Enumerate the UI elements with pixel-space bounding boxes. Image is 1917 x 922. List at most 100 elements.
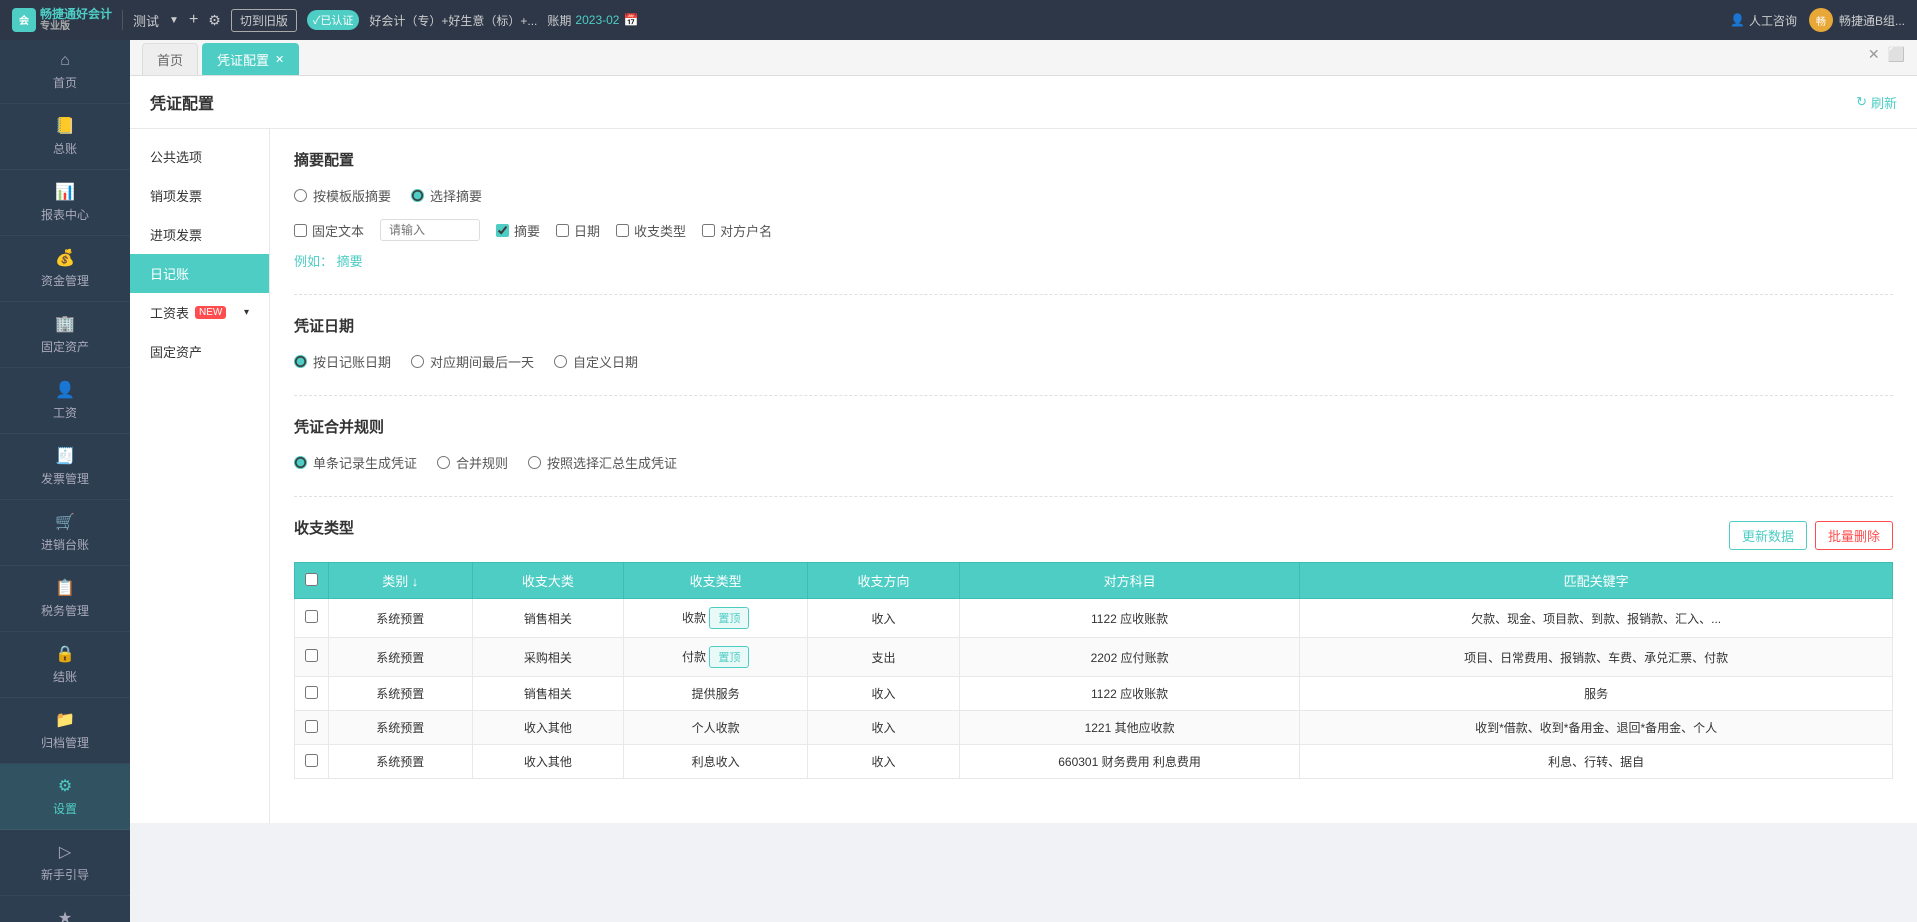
- row-checkbox[interactable]: [305, 649, 318, 662]
- checkbox-summary-input[interactable]: [496, 224, 509, 237]
- radio-select-total-input[interactable]: [528, 456, 541, 469]
- sidebar-item-fixed-assets[interactable]: 🏢 固定资产: [0, 302, 130, 368]
- nav-item-public[interactable]: 公共选项: [130, 137, 269, 176]
- radio-template[interactable]: 按模板版摘要: [294, 186, 391, 205]
- radio-select-input[interactable]: [411, 189, 424, 202]
- calendar-icon[interactable]: 📅: [623, 13, 638, 27]
- radio-single-input[interactable]: [294, 456, 307, 469]
- sidebar-item-invoice-mgmt[interactable]: 🧾 发票管理: [0, 434, 130, 500]
- td-checkbox: [295, 677, 329, 711]
- sidebar-item-reports[interactable]: 📊 报表中心: [0, 170, 130, 236]
- sidebar-item-funds[interactable]: 💰 资金管理: [0, 236, 130, 302]
- nav-item-sales-invoice[interactable]: 销项发票: [130, 176, 269, 215]
- tab-voucher-config[interactable]: 凭证配置 ✕: [202, 43, 299, 75]
- sidebar-item-settings[interactable]: ⚙ 设置: [0, 764, 130, 830]
- radio-select-total[interactable]: 按照选择汇总生成凭证: [528, 453, 677, 472]
- checkbox-counterparty-input[interactable]: [702, 224, 715, 237]
- income-table: 类别 ↓ 收支大类 收支类型 收支方向 对方科目 匹配关键字: [294, 562, 1893, 779]
- td-major-type: 收入其他: [472, 745, 624, 779]
- sidebar-item-ledger[interactable]: 📒 总账: [0, 104, 130, 170]
- td-keywords: 利息、行转、据自: [1300, 745, 1893, 779]
- sidebar-item-purchase-sales[interactable]: 🛒 进销台账: [0, 500, 130, 566]
- row-checkbox[interactable]: [305, 686, 318, 699]
- sidebar-item-payroll[interactable]: 👤 工资: [0, 368, 130, 434]
- closing-icon: 🔒: [55, 644, 75, 664]
- tab-home[interactable]: 首页: [142, 43, 198, 75]
- td-keywords: 项目、日常费用、报销款、车费、承兑汇票、付款: [1300, 638, 1893, 677]
- td-category: 系统预置: [329, 638, 473, 677]
- checkbox-date[interactable]: 日期: [556, 221, 600, 240]
- row-checkbox[interactable]: [305, 610, 318, 623]
- consult-button[interactable]: 👤 人工咨询: [1730, 12, 1797, 29]
- sidebar-item-tax[interactable]: 📋 税务管理: [0, 566, 130, 632]
- sidebar-item-archive[interactable]: 📁 归档管理: [0, 698, 130, 764]
- top-tag-button[interactable]: 置顶: [709, 646, 749, 668]
- summary-title: 摘要配置: [294, 149, 1893, 170]
- radio-custom-date-input[interactable]: [554, 355, 567, 368]
- close-window-icon[interactable]: ✕: [1868, 46, 1880, 63]
- sidebar-item-label: 报表中心: [41, 206, 89, 223]
- sidebar-item-label: 资金管理: [41, 272, 89, 289]
- td-type: 利息收入: [624, 745, 808, 779]
- test-dropdown-icon[interactable]: ▼: [169, 15, 179, 26]
- gear-icon[interactable]: ⚙: [208, 12, 221, 29]
- sidebar-item-label: 总账: [53, 140, 77, 157]
- th-checkbox: [295, 563, 329, 599]
- checkbox-fixed-text[interactable]: 固定文本: [294, 221, 364, 240]
- radio-journal-date[interactable]: 按日记账日期: [294, 352, 391, 371]
- row-checkbox[interactable]: [305, 720, 318, 733]
- sidebar-item-new-guide[interactable]: ▷ 新手引导: [0, 830, 130, 896]
- checkbox-income-type[interactable]: 收支类型: [616, 221, 686, 240]
- radio-single[interactable]: 单条记录生成凭证: [294, 453, 417, 472]
- left-nav: 公共选项 销项发票 进项发票 日记账 工资表 NEW ▾: [130, 129, 270, 823]
- nav-item-journal[interactable]: 日记账: [130, 254, 269, 293]
- batch-delete-button[interactable]: 批量删除: [1815, 521, 1893, 550]
- checkbox-counterparty[interactable]: 对方户名: [702, 221, 772, 240]
- checkbox-income-type-input[interactable]: [616, 224, 629, 237]
- nav-item-purchase-invoice[interactable]: 进项发票: [130, 215, 269, 254]
- income-section: 收支类型 更新数据 批量删除: [294, 517, 1893, 779]
- refresh-button[interactable]: ↻ 刷新: [1856, 93, 1897, 126]
- sidebar-item-closing[interactable]: 🔒 结账: [0, 632, 130, 698]
- expand-icon[interactable]: ▾: [244, 307, 249, 318]
- income-title: 收支类型: [294, 517, 354, 538]
- td-direction: 收入: [808, 599, 960, 638]
- sidebar-item-home[interactable]: ⌂ 首页: [0, 40, 130, 104]
- radio-select[interactable]: 选择摘要: [411, 186, 482, 205]
- fixed-text-input[interactable]: [380, 219, 480, 241]
- checkbox-fixed-text-input[interactable]: [294, 224, 307, 237]
- account-tags: 好会计（专）+好生意（标）+...: [369, 12, 537, 29]
- top-tag-button[interactable]: 置顶: [709, 607, 749, 629]
- radio-custom-date[interactable]: 自定义日期: [554, 352, 638, 371]
- checkbox-summary[interactable]: 摘要: [496, 221, 540, 240]
- user-menu[interactable]: 畅 畅捷通B组...: [1809, 8, 1905, 32]
- radio-period-last-input[interactable]: [411, 355, 424, 368]
- th-category: 类别 ↓: [329, 563, 473, 599]
- switch-version-button[interactable]: 切到旧版: [231, 9, 297, 32]
- tab-bar-wrapper: 首页 凭证配置 ✕ ✕ ⬜: [130, 40, 1917, 76]
- checkbox-date-input[interactable]: [556, 224, 569, 237]
- radio-merge-rule-input[interactable]: [437, 456, 450, 469]
- th-keywords: 匹配关键字: [1300, 563, 1893, 599]
- table-row: 系统预置 销售相关 提供服务 收入 1122 应收账款 服务: [295, 677, 1893, 711]
- sidebar-item-label: 归档管理: [41, 734, 89, 751]
- radio-period-last[interactable]: 对应期间最后一天: [411, 352, 534, 371]
- sidebar-item-label: 首页: [53, 74, 77, 91]
- update-data-button[interactable]: 更新数据: [1729, 521, 1807, 550]
- td-direction: 收入: [808, 677, 960, 711]
- radio-merge-rule[interactable]: 合并规则: [437, 453, 508, 472]
- td-account: 660301 财务费用 利息费用: [959, 745, 1299, 779]
- radio-journal-date-input[interactable]: [294, 355, 307, 368]
- merge-title: 凭证合并规则: [294, 416, 1893, 437]
- add-icon[interactable]: +: [189, 11, 198, 29]
- maximize-window-icon[interactable]: ⬜: [1888, 46, 1905, 63]
- main-layout: ⌂ 首页 📒 总账 📊 报表中心 💰 资金管理 🏢 固定资产 👤 工资 🧾 发票…: [0, 40, 1917, 922]
- row-checkbox[interactable]: [305, 754, 318, 767]
- nav-item-fixed-assets[interactable]: 固定资产: [130, 332, 269, 371]
- tab-close-icon[interactable]: ✕: [275, 53, 284, 66]
- radio-template-input[interactable]: [294, 189, 307, 202]
- nav-item-payroll[interactable]: 工资表 NEW ▾: [130, 293, 269, 332]
- select-all-checkbox[interactable]: [305, 573, 318, 586]
- sidebar-item-member[interactable]: ★ 畅会员: [0, 896, 130, 922]
- td-keywords: 服务: [1300, 677, 1893, 711]
